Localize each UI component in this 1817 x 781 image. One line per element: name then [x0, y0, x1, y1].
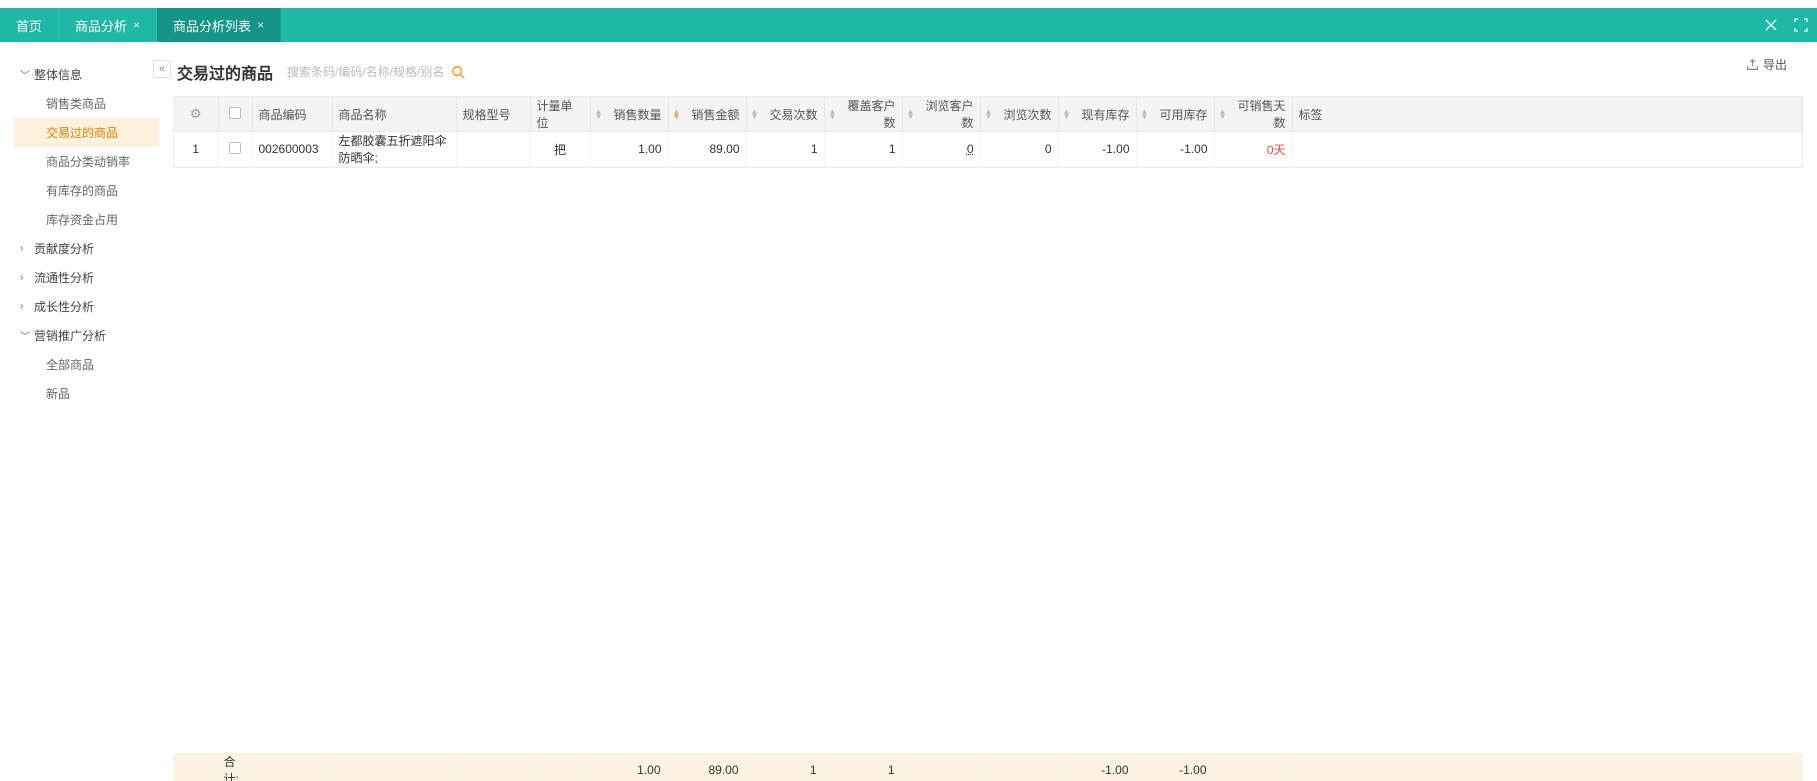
cell-sale-qty: 1.00 — [590, 132, 668, 167]
cell-name: 左都胶囊五折遮阳伞防晒伞; — [332, 132, 456, 167]
cell-checkbox[interactable] — [218, 132, 252, 167]
totals-row: 合计: 1.00 89.00 1 1 -1.00 -1.00 — [173, 753, 1803, 781]
cell-browse-cust[interactable]: 0 — [902, 132, 980, 167]
sidebar: ﹀ 整体信息 销售类商品 交易过的商品 商品分类动销率 有库存的商品 库存资金占… — [14, 42, 159, 781]
checkbox-all[interactable] — [229, 107, 241, 119]
sort-icon: ▲▼ — [1141, 109, 1149, 119]
sidebar-group-marketing[interactable]: ﹀ 营销推广分析 — [14, 321, 159, 350]
export-button[interactable]: 导出 — [1746, 56, 1787, 73]
cell-sale-days: 0天 — [1214, 132, 1292, 167]
col-code[interactable]: 商品编码 — [252, 97, 332, 132]
col-cover-cust[interactable]: ▲▼覆盖客户数 — [824, 97, 902, 132]
sort-icon: ▲▼ — [985, 109, 993, 119]
sidebar-group-label: 贡献度分析 — [34, 240, 94, 257]
sidebar-item-all-products[interactable]: 全部商品 — [14, 350, 159, 379]
totals-stock-now: -1.00 — [1057, 753, 1135, 781]
sort-icon: ▲▼ — [673, 109, 681, 119]
sidebar-group-label: 流通性分析 — [34, 269, 94, 286]
sidebar-group-contribution[interactable]: › 贡献度分析 — [14, 234, 159, 263]
sidebar-group-growth[interactable]: › 成长性分析 — [14, 292, 159, 321]
totals-stock-avail: -1.00 — [1135, 753, 1213, 781]
col-sale-amt[interactable]: ▲▼销售金额 — [668, 97, 746, 132]
sort-icon: ▲▼ — [595, 109, 603, 119]
tab-home[interactable]: 首页 — [0, 8, 59, 42]
sidebar-item-new-products[interactable]: 新品 — [14, 379, 159, 408]
totals-label: 合计: — [217, 753, 251, 781]
col-stock-avail[interactable]: ▲▼可用库存 — [1136, 97, 1214, 132]
totals-tx-cnt: 1 — [745, 753, 823, 781]
cell-browse-cnt: 0 — [980, 132, 1058, 167]
fullscreen-icon[interactable] — [1793, 17, 1809, 33]
cell-code: 002600003 — [252, 132, 332, 167]
collapse-sidebar-button[interactable]: « — [153, 60, 171, 78]
sort-icon: ▲▼ — [829, 109, 837, 119]
tab-product-analysis-list[interactable]: 商品分析列表 × — [157, 8, 281, 42]
sidebar-group-overall[interactable]: ﹀ 整体信息 — [14, 60, 159, 89]
col-browse-cust[interactable]: ▲▼浏览客户数 — [902, 97, 980, 132]
tab-product-analysis[interactable]: 商品分析 × — [59, 8, 157, 42]
sidebar-item-traded-products[interactable]: 交易过的商品 — [14, 118, 159, 147]
sidebar-group-label: 成长性分析 — [34, 298, 94, 315]
close-icon[interactable]: × — [257, 18, 264, 32]
search-input[interactable] — [287, 65, 447, 79]
export-icon — [1746, 58, 1759, 71]
sort-icon: ▲▼ — [907, 109, 915, 119]
cell-stock-now: -1.00 — [1058, 132, 1136, 167]
sidebar-item-sales-products[interactable]: 销售类商品 — [14, 89, 159, 118]
sort-icon: ▲▼ — [751, 109, 759, 119]
main-content: « 交易过的商品 导出 — [159, 42, 1817, 781]
table-row[interactable]: 1 002600003 左都胶囊五折遮阳伞防晒伞; 把 1.00 89.00 1… — [174, 132, 1802, 167]
col-checkbox[interactable] — [218, 97, 252, 132]
cell-sale-amt: 89.00 — [668, 132, 746, 167]
checkbox-row[interactable] — [229, 142, 241, 154]
cell-spec — [456, 132, 530, 167]
sidebar-item-stock-capital[interactable]: 库存资金占用 — [14, 205, 159, 234]
col-settings[interactable]: ⚙ — [174, 97, 218, 132]
chevron-right-icon: › — [20, 243, 32, 254]
page-title: 交易过的商品 — [177, 60, 273, 84]
cell-tags — [1292, 132, 1802, 167]
close-icon[interactable]: × — [133, 18, 140, 32]
cell-tx-cnt: 1 — [746, 132, 824, 167]
export-label: 导出 — [1763, 56, 1787, 73]
search-icon[interactable] — [451, 65, 465, 79]
sidebar-group-liquidity[interactable]: › 流通性分析 — [14, 263, 159, 292]
sidebar-item-category-turnover[interactable]: 商品分类动销率 — [14, 147, 159, 176]
chevron-right-icon: › — [20, 301, 32, 312]
col-unit[interactable]: 计量单位 — [530, 97, 590, 132]
chevron-down-icon: ﹀ — [20, 328, 32, 343]
cell-cover-cust: 1 — [824, 132, 902, 167]
chevron-right-icon: › — [20, 272, 32, 283]
totals-sale-qty: 1.00 — [589, 753, 667, 781]
sort-icon: ▲▼ — [1063, 109, 1071, 119]
tab-label: 首页 — [16, 16, 42, 35]
data-table: ⚙ 商品编码 商品名称 规格型号 计量单位 ▲▼销售数量 ▲▼销售金额 ▲▼交易… — [173, 96, 1803, 168]
tab-bar: 首页 商品分析 × 商品分析列表 × — [0, 8, 1817, 42]
search-box — [287, 65, 465, 79]
col-spec[interactable]: 规格型号 — [456, 97, 530, 132]
col-name[interactable]: 商品名称 — [332, 97, 456, 132]
col-sale-qty[interactable]: ▲▼销售数量 — [590, 97, 668, 132]
chevron-down-icon: ﹀ — [20, 67, 32, 82]
sidebar-item-stocked-products[interactable]: 有库存的商品 — [14, 176, 159, 205]
close-all-icon[interactable] — [1763, 17, 1779, 33]
col-browse-cnt[interactable]: ▲▼浏览次数 — [980, 97, 1058, 132]
col-tx-cnt[interactable]: ▲▼交易次数 — [746, 97, 824, 132]
sidebar-group-label: 营销推广分析 — [34, 327, 106, 344]
cell-index: 1 — [174, 132, 218, 167]
col-tags[interactable]: 标签 — [1292, 97, 1802, 132]
totals-sale-amt: 89.00 — [667, 753, 745, 781]
col-stock-now[interactable]: ▲▼现有库存 — [1058, 97, 1136, 132]
cell-stock-avail: -1.00 — [1136, 132, 1214, 167]
tab-label: 商品分析列表 — [173, 16, 251, 35]
col-sale-days[interactable]: ▲▼可销售天数 — [1214, 97, 1292, 132]
cell-unit: 把 — [530, 132, 590, 167]
sort-icon: ▲▼ — [1219, 109, 1227, 119]
tab-label: 商品分析 — [75, 16, 127, 35]
gear-icon: ⚙ — [190, 106, 202, 121]
sidebar-group-label: 整体信息 — [34, 66, 82, 83]
totals-cover-cust: 1 — [823, 753, 901, 781]
